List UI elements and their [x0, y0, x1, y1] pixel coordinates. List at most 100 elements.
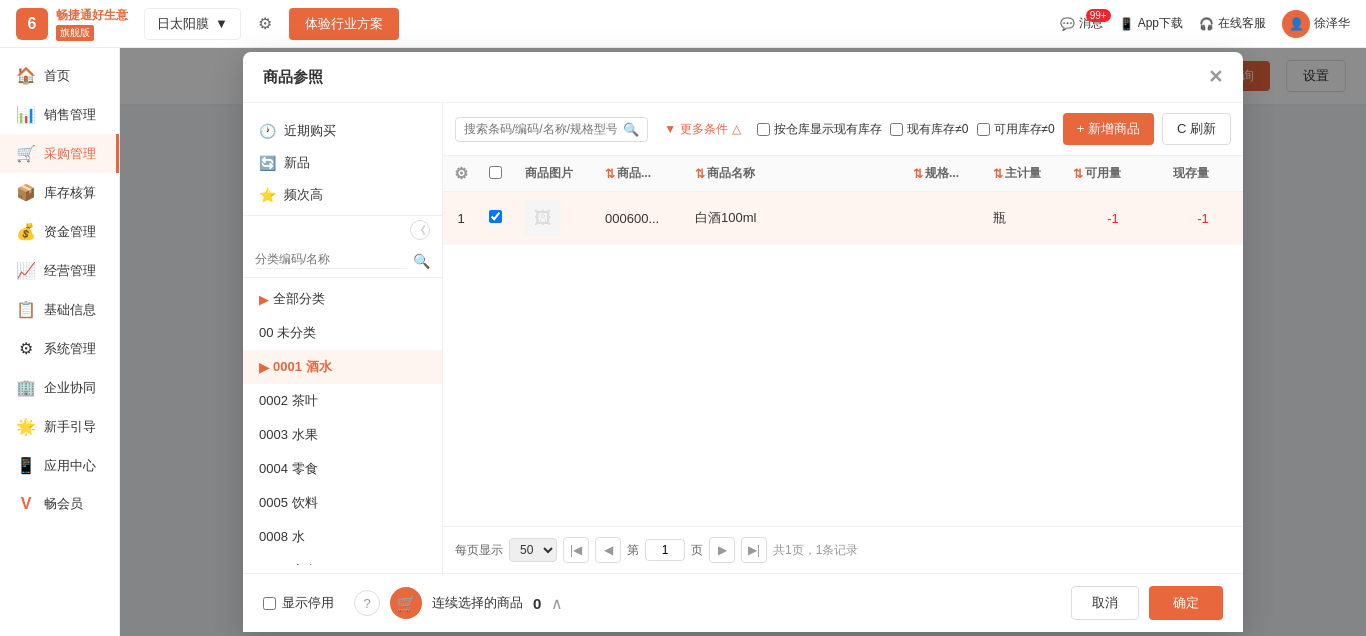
sidebar-item-inventory[interactable]: 📦 库存核算 — [0, 173, 119, 212]
cancel-button[interactable]: 取消 — [1071, 586, 1139, 620]
category-list: ▶ 全部分类 00 未分类 ▶ 0001 酒水 0002 茶叶 — [243, 278, 442, 565]
table-gear-icon[interactable]: ⚙ — [454, 165, 468, 182]
sidebar-item-finance[interactable]: 💰 资金管理 — [0, 212, 119, 251]
sidebar-item-purchase[interactable]: 🛒 采购管理 — [0, 134, 119, 173]
chevron-down-icon: ▼ — [215, 16, 228, 31]
sidebar-item-member[interactable]: V 畅会员 — [0, 485, 119, 523]
quick-link-recent[interactable]: 🕐 近期购买 — [243, 115, 442, 147]
row-stock-cell: -1 — [1163, 192, 1243, 245]
product-reference-modal: 商品参照 ✕ 🕐 近期购买 🔄 新品 — [243, 52, 1243, 632]
per-page-select[interactable]: 50 — [509, 538, 557, 562]
row-checkbox-cell — [479, 192, 515, 245]
sidebar-item-home[interactable]: 🏠 首页 — [0, 56, 119, 95]
sort-icon: ⇅ — [605, 167, 615, 181]
nav-dropdown[interactable]: 日太阳膜 ▼ — [144, 8, 241, 40]
quick-link-frequent[interactable]: ⭐ 频次高 — [243, 179, 442, 211]
message-nav-item[interactable]: 💬 消息 99+ — [1060, 15, 1103, 32]
home-icon: 🏠 — [16, 66, 36, 85]
disabled-checkbox[interactable] — [263, 597, 276, 610]
search-icon[interactable]: 🔍 — [623, 122, 639, 137]
nav-right: 💬 消息 99+ 📱 App下载 🎧 在线客服 👤 徐泽华 — [1060, 10, 1350, 38]
checkbox-by-warehouse[interactable]: 按仓库显示现有库存 — [757, 121, 882, 138]
product-thumb: 🖼 — [525, 200, 561, 236]
sidebar-item-enterprise[interactable]: 🏢 企业协同 — [0, 368, 119, 407]
cart-button[interactable]: 🛒 — [390, 587, 422, 619]
category-all[interactable]: ▶ 全部分类 — [243, 282, 442, 316]
main-layout: 🏠 首页 📊 销售管理 🛒 采购管理 📦 库存核算 💰 资金管理 📈 经营管理 … — [0, 48, 1366, 636]
by-warehouse-checkbox[interactable] — [757, 123, 770, 136]
sort-unit-icon: ⇅ — [993, 167, 1003, 181]
sidebar-item-base[interactable]: 📋 基础信息 — [0, 290, 119, 329]
filter-icon: ▼ — [664, 122, 676, 136]
arrow-right-icon: ▶ — [259, 292, 269, 307]
user-nav-item[interactable]: 👤 徐泽华 — [1282, 10, 1350, 38]
trial-button[interactable]: 体验行业方案 — [289, 8, 399, 40]
sidebar-item-apps[interactable]: 📱 应用中心 — [0, 446, 119, 485]
page-total: 共1页，1条记录 — [773, 542, 858, 559]
row-code-cell: 000600... — [595, 192, 685, 245]
checkbox-stock-nonzero[interactable]: 现有库存≠0 — [890, 121, 968, 138]
category-water[interactable]: 0008 水 — [243, 520, 442, 554]
confirm-button[interactable]: 确定 — [1149, 586, 1223, 620]
service-nav-item[interactable]: 🎧 在线客服 — [1199, 15, 1266, 32]
sales-icon: 📊 — [16, 105, 36, 124]
table-row[interactable]: 1 🖼 000600... — [443, 192, 1243, 245]
sidebar-item-system[interactable]: ⚙ 系统管理 — [0, 329, 119, 368]
logo-icon: 6 — [16, 8, 48, 40]
stock-nonzero-checkbox[interactable] — [890, 123, 903, 136]
quick-links: 🕐 近期购买 🔄 新品 ⭐ 频次高 — [243, 111, 442, 216]
recent-icon: 🕐 — [259, 123, 276, 139]
prev-page-button[interactable]: ◀ — [595, 537, 621, 563]
last-page-button[interactable]: ▶| — [741, 537, 767, 563]
select-all-checkbox[interactable] — [489, 166, 502, 179]
show-disabled-checkbox[interactable]: 显示停用 — [263, 594, 334, 612]
col-unit: ⇅ 主计量 — [983, 156, 1063, 192]
page-number-input[interactable] — [645, 539, 685, 561]
category-panel: 🕐 近期购买 🔄 新品 ⭐ 频次高 — [243, 103, 443, 573]
next-page-button[interactable]: ▶ — [709, 537, 735, 563]
first-page-button[interactable]: |◀ — [563, 537, 589, 563]
base-icon: 📋 — [16, 300, 36, 319]
help-button[interactable]: ? — [354, 590, 380, 616]
available-nonzero-checkbox[interactable] — [977, 123, 990, 136]
sidebar-item-sales[interactable]: 📊 销售管理 — [0, 95, 119, 134]
category-appliance[interactable]: 0010 家电 — [243, 554, 442, 565]
app-download-nav-item[interactable]: 📱 App下载 — [1119, 15, 1183, 32]
row-name-cell: 白酒100ml — [685, 192, 903, 245]
col-code: ⇅ 商品... — [595, 156, 685, 192]
category-beverage[interactable]: 0005 饮料 — [243, 486, 442, 520]
checkbox-available-nonzero[interactable]: 可用库存≠0 — [977, 121, 1055, 138]
modal-header: 商品参照 ✕ — [243, 52, 1243, 103]
product-search-input[interactable] — [464, 122, 617, 136]
chevron-up-icon: △ — [732, 122, 741, 136]
collapse-panel-button[interactable]: 《 — [410, 220, 430, 240]
footer-left: 显示停用 — [263, 594, 334, 612]
add-product-button[interactable]: + 新增商品 — [1063, 113, 1154, 145]
logo-text: 畅捷通好生意 旗舰版 — [56, 7, 128, 41]
row-image-cell: 🖼 — [515, 192, 595, 245]
filter-button[interactable]: ▼ 更多条件 △ — [656, 117, 749, 142]
sort-available-icon: ⇅ — [1073, 167, 1083, 181]
pagination: 每页显示 50 |◀ ◀ 第 页 ▶ ▶| 共1页，1条记录 — [443, 526, 1243, 573]
col-stock: 现存量 — [1163, 156, 1243, 192]
settings-icon[interactable]: ⚙ — [249, 8, 281, 40]
category-search-icon[interactable]: 🔍 — [413, 253, 430, 269]
sidebar-item-operation[interactable]: 📈 经营管理 — [0, 251, 119, 290]
category-snack[interactable]: 0004 零食 — [243, 452, 442, 486]
modal-close-button[interactable]: ✕ — [1208, 66, 1223, 88]
guide-icon: 🌟 — [16, 417, 36, 436]
category-fruit[interactable]: 0003 水果 — [243, 418, 442, 452]
refresh-button[interactable]: C 刷新 — [1162, 113, 1231, 145]
sidebar-item-guide[interactable]: 🌟 新手引导 — [0, 407, 119, 446]
enterprise-icon: 🏢 — [16, 378, 36, 397]
category-tea[interactable]: 0002 茶叶 — [243, 384, 442, 418]
category-search-input[interactable] — [255, 252, 407, 269]
row-unit-cell: 瓶 — [983, 192, 1063, 245]
avatar: 👤 — [1282, 10, 1310, 38]
category-uncategorized[interactable]: 00 未分类 — [243, 316, 442, 350]
category-liquor[interactable]: ▶ 0001 酒水 — [243, 350, 442, 384]
footer-collapse-button[interactable]: ∧ — [551, 594, 563, 613]
quick-link-new[interactable]: 🔄 新品 — [243, 147, 442, 179]
row-checkbox[interactable] — [489, 210, 502, 223]
cart-count: 0 — [533, 595, 541, 612]
